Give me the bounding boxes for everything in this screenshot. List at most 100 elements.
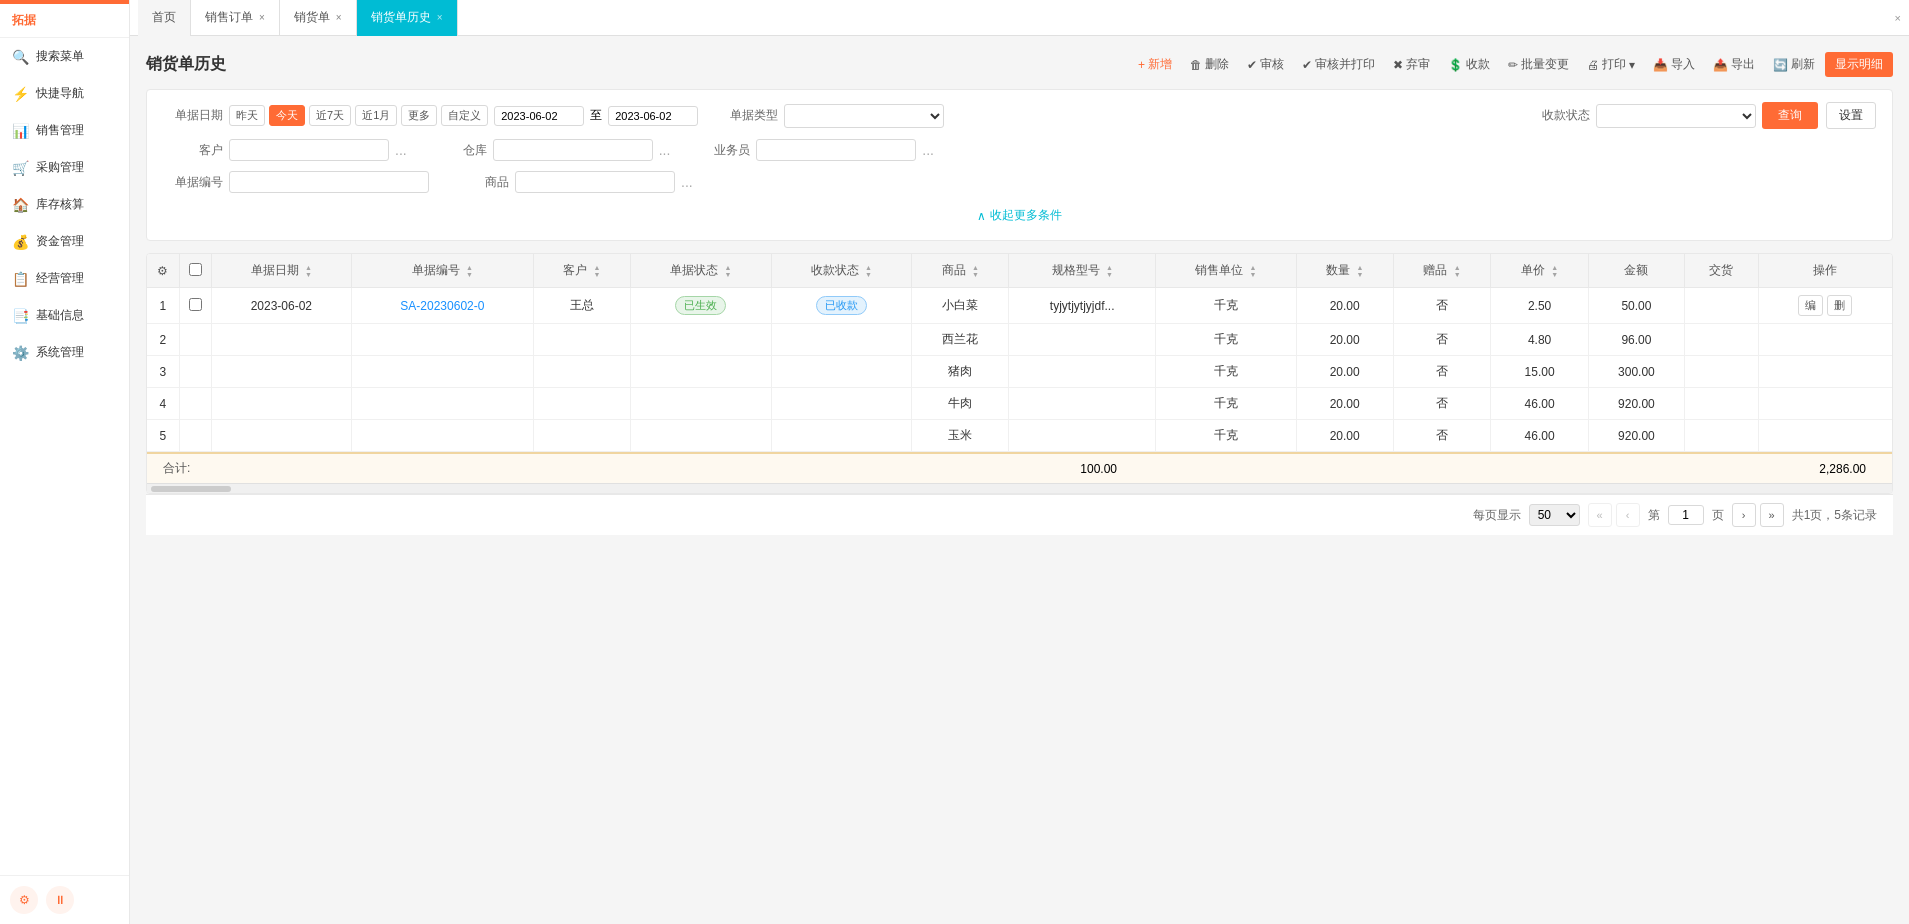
page-prev-btn[interactable]: ‹	[1616, 503, 1640, 527]
sidebar-item-label: 库存核算	[36, 196, 84, 213]
refresh-icon: 🔄	[1773, 58, 1788, 72]
sort-doc-no-icon: ▲▼	[466, 264, 473, 278]
cell-payment-status	[771, 388, 911, 420]
warehouse-label: 仓库	[427, 142, 487, 159]
cell-payment-status	[771, 356, 911, 388]
col-customer[interactable]: 客户 ▲▼	[533, 254, 630, 288]
sidebar-item-basic-info[interactable]: 📑 基础信息	[0, 297, 129, 334]
sort-doc-status-icon: ▲▼	[724, 264, 731, 278]
tab-sales-history-label: 销货单历史	[371, 9, 431, 26]
sidebar-item-label: 经营管理	[36, 270, 84, 287]
query-button[interactable]: 查询	[1762, 102, 1818, 129]
row-checkbox[interactable]	[189, 298, 202, 311]
collapse-button[interactable]: ∧ 收起更多条件	[163, 203, 1876, 228]
sidebar-setting-btn[interactable]: ⚙	[10, 886, 38, 914]
col-spec[interactable]: 规格型号 ▲▼	[1009, 254, 1156, 288]
edit-action-btn[interactable]: 编	[1798, 295, 1823, 316]
col-doc-status[interactable]: 单据状态 ▲▼	[631, 254, 771, 288]
cell-doc-no: SA-20230602-0	[352, 288, 533, 324]
col-qty-label: 数量	[1326, 263, 1350, 277]
page-next-btn[interactable]: ›	[1732, 503, 1756, 527]
customer-dots[interactable]: ...	[395, 142, 407, 158]
cell-row-num: 3	[147, 356, 179, 388]
display-detail-button[interactable]: 显示明细	[1825, 52, 1893, 77]
sidebar-item-finance[interactable]: 💰 资金管理	[0, 223, 129, 260]
doc-no-input[interactable]	[229, 171, 429, 193]
col-price[interactable]: 单价 ▲▼	[1491, 254, 1588, 288]
sidebar-item-system-mgmt[interactable]: ⚙️ 系统管理	[0, 334, 129, 371]
page-number-input[interactable]	[1668, 505, 1704, 525]
batch-change-button[interactable]: ✏ 批量变更	[1500, 52, 1577, 77]
tab-close-all-btn[interactable]: ×	[1895, 12, 1901, 24]
date-btn-1month[interactable]: 近1月	[355, 105, 397, 126]
col-doc-no[interactable]: 单据编号 ▲▼	[352, 254, 533, 288]
new-button[interactable]: + 新增	[1130, 52, 1180, 77]
date-btn-custom[interactable]: 自定义	[441, 105, 488, 126]
tab-home[interactable]: 首页	[138, 0, 191, 36]
warehouse-dots[interactable]: ...	[659, 142, 671, 158]
customer-input[interactable]	[229, 139, 389, 161]
col-goods[interactable]: 商品 ▲▼	[911, 254, 1008, 288]
date-btn-yesterday[interactable]: 昨天	[229, 105, 265, 126]
quick-nav-icon: ⚡	[12, 86, 28, 102]
sidebar-item-sales-mgmt[interactable]: 📊 销售管理	[0, 112, 129, 149]
export-button[interactable]: 📤 导出	[1705, 52, 1763, 77]
audit-print-button[interactable]: ✔ 审核并打印	[1294, 52, 1383, 77]
date-btn-7days[interactable]: 近7天	[309, 105, 351, 126]
select-all-checkbox[interactable]	[189, 263, 202, 276]
sort-goods-icon: ▲▼	[972, 264, 979, 278]
salesperson-input[interactable]	[756, 139, 916, 161]
doc-type-select[interactable]	[784, 104, 944, 128]
page-first-btn[interactable]: «	[1588, 503, 1612, 527]
delete-button[interactable]: 🗑 删除	[1182, 52, 1237, 77]
date-from-input[interactable]	[494, 106, 584, 126]
abandon-button[interactable]: ✖ 弃审	[1385, 52, 1438, 77]
col-gift[interactable]: 赠品 ▲▼	[1393, 254, 1490, 288]
sidebar-item-purchase-mgmt[interactable]: 🛒 采购管理	[0, 149, 129, 186]
goods-input[interactable]	[515, 171, 675, 193]
tabs-bar: 首页 销售订单 × 销货单 × 销货单历史 × ×	[130, 0, 1909, 36]
doc-no-link[interactable]: SA-20230602-0	[400, 299, 484, 313]
scrollbar-thumb[interactable]	[151, 486, 231, 492]
tab-sales-goods-close[interactable]: ×	[336, 12, 342, 23]
refresh-button[interactable]: 🔄 刷新	[1765, 52, 1823, 77]
tab-sales-goods[interactable]: 销货单 ×	[280, 0, 357, 36]
cell-qty: 20.00	[1296, 288, 1393, 324]
date-btn-more[interactable]: 更多	[401, 105, 437, 126]
sidebar-item-quick-nav[interactable]: ⚡ 快捷导航	[0, 75, 129, 112]
warehouse-input[interactable]	[493, 139, 653, 161]
col-payment-status[interactable]: 收款状态 ▲▼	[771, 254, 911, 288]
salesperson-dots[interactable]: ...	[922, 142, 934, 158]
horizontal-scrollbar[interactable]	[147, 483, 1892, 493]
tab-sales-history-close[interactable]: ×	[437, 12, 443, 23]
date-btn-today[interactable]: 今天	[269, 105, 305, 126]
col-qty[interactable]: 数量 ▲▼	[1296, 254, 1393, 288]
cell-gift: 否	[1393, 324, 1490, 356]
audit-button[interactable]: ✔ 审核	[1239, 52, 1292, 77]
goods-dots[interactable]: ...	[681, 174, 693, 190]
tab-sales-order-close[interactable]: ×	[259, 12, 265, 23]
sidebar-item-label: 系统管理	[36, 344, 84, 361]
setting-button[interactable]: 设置	[1826, 102, 1876, 129]
receive-button[interactable]: 💲 收款	[1440, 52, 1498, 77]
total-amount: 2,286.00	[1819, 462, 1866, 476]
date-to-input[interactable]	[608, 106, 698, 126]
payment-status-select[interactable]	[1596, 104, 1756, 128]
sidebar-item-operations[interactable]: 📋 经营管理	[0, 260, 129, 297]
cell-goods: 牛肉	[911, 388, 1008, 420]
page-last-btn[interactable]: »	[1760, 503, 1784, 527]
sidebar-item-inventory[interactable]: 🏠 库存核算	[0, 186, 129, 223]
col-gear[interactable]: ⚙	[147, 254, 179, 288]
col-doc-date[interactable]: 单据日期 ▲▼	[211, 254, 352, 288]
tab-sales-order[interactable]: 销售订单 ×	[191, 0, 280, 36]
sidebar-item-search-menu[interactable]: 🔍 搜索菜单	[0, 38, 129, 75]
print-button[interactable]: 🖨 打印 ▾	[1579, 52, 1643, 77]
tab-sales-history[interactable]: 销货单历史 ×	[357, 0, 458, 36]
sidebar-collapse-btn[interactable]: ⏸	[46, 886, 74, 914]
import-button[interactable]: 📥 导入	[1645, 52, 1703, 77]
cell-trade	[1685, 388, 1759, 420]
filter-doc-type: 单据类型	[718, 104, 1510, 128]
col-unit[interactable]: 销售单位 ▲▼	[1156, 254, 1296, 288]
delete-action-btn[interactable]: 删	[1827, 295, 1852, 316]
per-page-select[interactable]: 50 100 200	[1529, 504, 1580, 526]
